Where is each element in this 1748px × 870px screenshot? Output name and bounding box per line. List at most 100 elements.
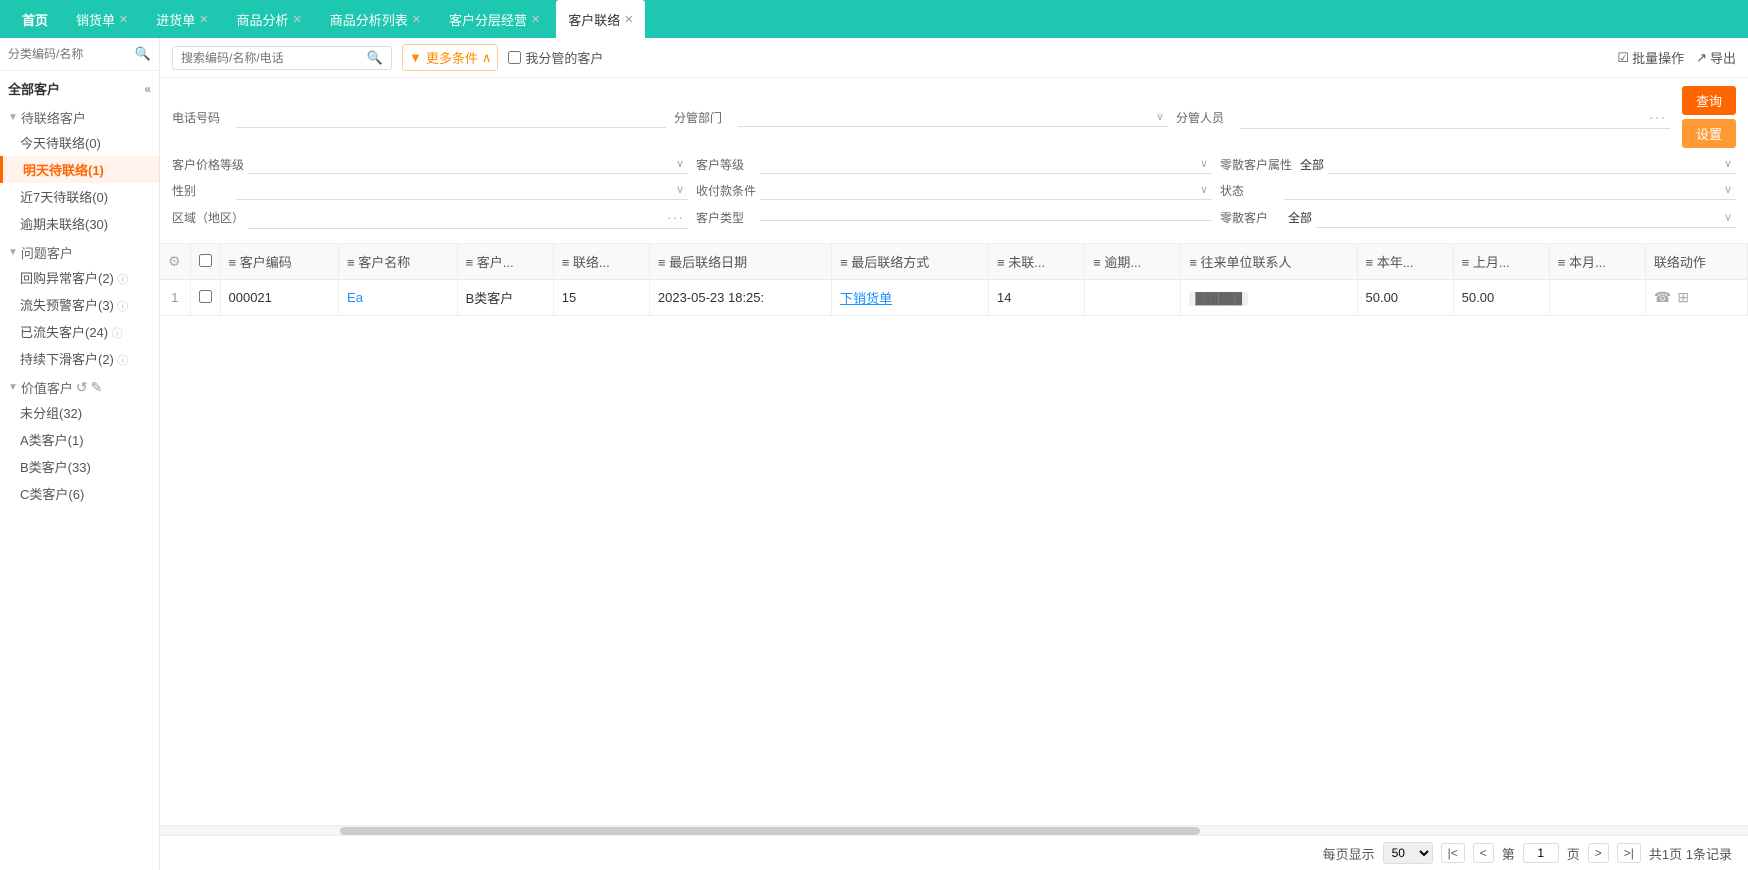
nav-product-list[interactable]: 商品分析列表 ✕	[318, 0, 433, 38]
status-select[interactable]: ∨	[1284, 180, 1736, 200]
price-level-select[interactable]: ∨	[248, 154, 688, 174]
col-last-date[interactable]: ≡ 最后联络日期	[649, 244, 831, 280]
nav-sales-close[interactable]: ✕	[119, 13, 128, 26]
page-input[interactable]	[1523, 843, 1559, 863]
row-checkbox[interactable]	[199, 290, 212, 303]
next-page-btn[interactable]: >	[1588, 843, 1609, 863]
sidebar-declining[interactable]: 持续下滑客户(2) ⓘ	[0, 345, 159, 372]
retail-attr-select[interactable]: ∨	[1328, 154, 1736, 174]
last-page-btn[interactable]: >|	[1617, 843, 1641, 863]
nav-customer-tier[interactable]: 客户分层经营 ✕	[437, 0, 552, 38]
sidebar-tomorrow-contact[interactable]: 明天待联络(1)	[0, 156, 159, 183]
pending-triangle: ▼	[8, 112, 18, 123]
value-customers-group[interactable]: ▼ 价值客户 ↺ ✎	[0, 372, 159, 399]
page-label: 第	[1502, 844, 1515, 863]
customer-level-select[interactable]: ∨	[760, 154, 1212, 174]
sidebar-repurchase-abnormal[interactable]: 回购异常客户(2) ⓘ	[0, 264, 159, 291]
col-code[interactable]: ≡ 客户编码	[220, 244, 339, 280]
nav-sales-label: 销货单	[76, 10, 115, 29]
sidebar-type-b[interactable]: B类客户(33)	[0, 453, 159, 480]
nav-purchase-close[interactable]: ✕	[199, 13, 208, 26]
search-input[interactable]	[181, 51, 363, 65]
sidebar-collapse-btn[interactable]: «	[144, 82, 151, 96]
nav-product-analysis-close[interactable]: ✕	[293, 13, 302, 26]
select-all-checkbox[interactable]	[199, 254, 212, 267]
row-name[interactable]: Ea	[339, 280, 458, 316]
scrollbar-thumb[interactable]	[340, 827, 1200, 835]
col-name[interactable]: ≡ 客户名称	[339, 244, 458, 280]
customer-type-select[interactable]	[760, 214, 1212, 221]
col-this-month[interactable]: ≡ 本月...	[1549, 244, 1645, 280]
prev-page-btn[interactable]: <	[1473, 843, 1494, 863]
nav-product-list-close[interactable]: ✕	[412, 13, 421, 26]
filter-icon: ▼	[409, 50, 422, 65]
grid-action-icon[interactable]: ⊞	[1677, 289, 1689, 306]
col-type[interactable]: ≡ 客户...	[457, 244, 553, 280]
first-page-btn[interactable]: |<	[1441, 843, 1465, 863]
filter-customer-type: 客户类型	[696, 209, 1212, 226]
my-customers-checkbox[interactable]	[508, 51, 521, 64]
sidebar-type-c[interactable]: C类客户(6)	[0, 480, 159, 507]
declining-label: 持续下滑客户(2)	[20, 352, 114, 367]
unit-contact-tag: ██████	[1189, 292, 1248, 306]
sidebar-search-input[interactable]	[8, 47, 131, 61]
col-not-contacted[interactable]: ≡ 未联...	[989, 244, 1085, 280]
retail-customer-select[interactable]: ∨	[1316, 208, 1736, 228]
batch-ops-btn[interactable]: ☑ 批量操作	[1617, 48, 1684, 67]
payment-select[interactable]: ∨	[760, 180, 1212, 200]
col-checkbox	[190, 244, 220, 280]
per-page-select[interactable]: 50 100 200	[1383, 842, 1433, 864]
sidebar-ungrouped[interactable]: 未分组(32)	[0, 399, 159, 426]
tomorrow-contact-label: 明天待联络(1)	[23, 163, 104, 178]
col-code-label: ≡ 客户编码	[229, 255, 292, 270]
sidebar-overdue-contact[interactable]: 逾期未联络(30)	[0, 210, 159, 237]
col-settings[interactable]: ⚙	[160, 244, 190, 280]
nav-home[interactable]: 首页	[10, 0, 60, 38]
pending-contact-label: 待联络客户	[21, 108, 86, 127]
nav-customer-contact[interactable]: 客户联络 ✕	[556, 0, 645, 38]
nav-purchase[interactable]: 进货单 ✕	[144, 0, 220, 38]
col-contact[interactable]: ≡ 联络...	[553, 244, 649, 280]
my-customers-checkbox-wrap[interactable]: 我分管的客户	[508, 48, 603, 67]
sidebar-today-contact[interactable]: 今天待联络(0)	[0, 129, 159, 156]
last-method-link[interactable]: 下销货单	[840, 291, 892, 306]
dept-select[interactable]: ∨	[738, 107, 1168, 127]
value-refresh-icon[interactable]: ↺	[76, 379, 88, 396]
gender-select[interactable]: ∨	[236, 180, 688, 200]
horizontal-scrollbar[interactable]	[160, 825, 1748, 835]
filter-row-1: 电话号码 分管部门 ∨ 分管人员 ··· 查询 设置	[172, 86, 1736, 148]
nav-sales[interactable]: 销货单 ✕	[64, 0, 140, 38]
row-this-year: 50.00	[1357, 280, 1453, 316]
sidebar-type-a[interactable]: A类客户(1)	[0, 426, 159, 453]
search-submit-icon[interactable]: 🔍	[367, 50, 383, 66]
problem-customers-group[interactable]: ▼ 问题客户	[0, 237, 159, 264]
col-overdue[interactable]: ≡ 逾期...	[1085, 244, 1181, 280]
export-btn[interactable]: ↗ 导出	[1696, 48, 1736, 67]
phone-input[interactable]	[236, 107, 666, 128]
all-customers-section: 全部客户 «	[0, 71, 159, 102]
sidebar-search-icon[interactable]: 🔍	[135, 46, 151, 62]
region-select[interactable]: ···	[248, 206, 688, 229]
sidebar-churn-warning[interactable]: 流失预警客户(3) ⓘ	[0, 291, 159, 318]
filter-retail-customer: 零散客户 全部 ∨	[1220, 208, 1736, 228]
col-last-method[interactable]: ≡ 最后联络方式	[832, 244, 989, 280]
set-button[interactable]: 设置	[1682, 119, 1736, 148]
settings-gear-icon[interactable]: ⚙	[168, 253, 181, 269]
nav-product-analysis[interactable]: 商品分析 ✕	[224, 0, 313, 38]
sidebar: 🔍 全部客户 « ▼ 待联络客户 今天待联络(0) 明天待联络(1) 近7天待联…	[0, 38, 160, 870]
value-edit-icon[interactable]: ✎	[91, 379, 103, 396]
col-last-month[interactable]: ≡ 上月...	[1453, 244, 1549, 280]
row-last-method[interactable]: 下销货单	[832, 280, 989, 316]
nav-customer-tier-close[interactable]: ✕	[531, 13, 540, 26]
sidebar-churned[interactable]: 已流失客户(24) ⓘ	[0, 318, 159, 345]
sidebar-week-contact[interactable]: 近7天待联络(0)	[0, 183, 159, 210]
pending-contact-group[interactable]: ▼ 待联络客户	[0, 102, 159, 129]
query-button[interactable]: 查询	[1682, 86, 1736, 115]
phone-action-icon[interactable]: ☎	[1654, 289, 1671, 306]
nav-customer-contact-close[interactable]: ✕	[624, 13, 633, 26]
more-conditions-btn[interactable]: ▼ 更多条件 ∧	[402, 44, 498, 71]
manager-select[interactable]: ···	[1240, 106, 1670, 129]
col-unit-contact[interactable]: ≡ 往来单位联系人	[1181, 244, 1357, 280]
col-this-year[interactable]: ≡ 本年...	[1357, 244, 1453, 280]
all-customers-label: 全部客户	[8, 79, 60, 98]
